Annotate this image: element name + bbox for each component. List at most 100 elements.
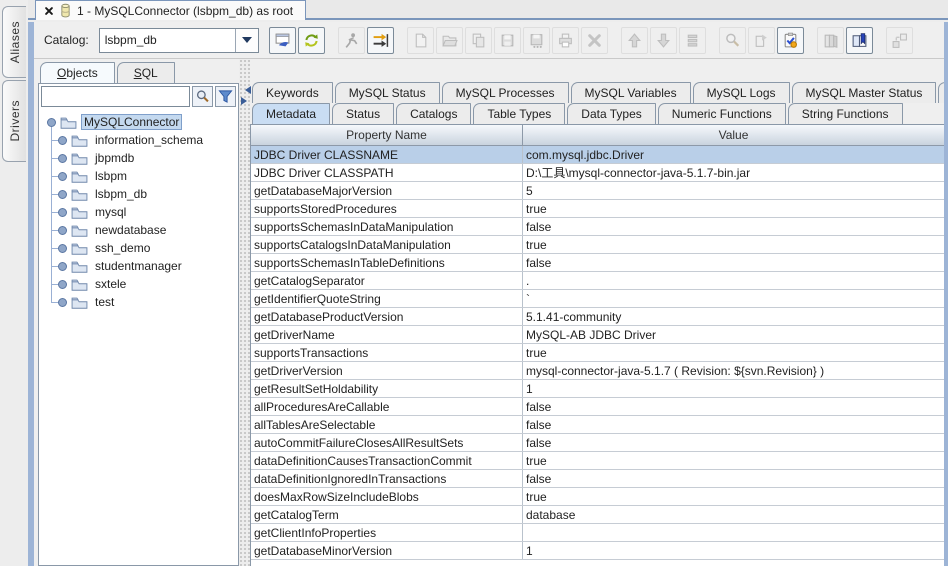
table-row[interactable]: dataDefinitionIgnoredInTransactions fals… [251, 470, 944, 488]
replace-button[interactable] [748, 27, 775, 54]
tree-expand-handle-icon[interactable] [47, 118, 56, 127]
open-button[interactable] [436, 27, 463, 54]
table-row[interactable]: supportsTransactions true [251, 344, 944, 362]
table-row[interactable]: allProceduresAreCallable false [251, 398, 944, 416]
list-button[interactable] [679, 27, 706, 54]
tree-expand-handle-icon[interactable] [58, 190, 67, 199]
detail-tab[interactable]: Table Types [473, 103, 565, 124]
table-row[interactable]: getDatabaseMinorVersion 1 [251, 542, 944, 560]
splitter-collapse-left-icon[interactable] [241, 85, 248, 94]
search-button[interactable] [192, 86, 213, 107]
table-row[interactable]: doesMaxRowSizeIncludeBlobs true [251, 488, 944, 506]
detail-tab[interactable]: Data Types [567, 103, 655, 124]
detail-tab[interactable]: Status [332, 103, 394, 124]
detail-tab[interactable]: String Functions [788, 103, 903, 124]
table-row[interactable]: dataDefinitionCausesTransactionCommit tr… [251, 452, 944, 470]
tree-node-root[interactable]: MySQLConnector [39, 113, 238, 131]
reconnect-button[interactable] [367, 27, 394, 54]
tree-expand-handle-icon[interactable] [58, 208, 67, 217]
kill-session-button[interactable] [338, 27, 365, 54]
commit-button[interactable] [269, 27, 296, 54]
table-row[interactable]: getDriverName MySQL-AB JDBC Driver [251, 326, 944, 344]
folder-icon [71, 296, 88, 309]
table-row[interactable]: getDriverVersion mysql-connector-java-5.… [251, 362, 944, 380]
catalog-combobox[interactable]: lsbpm_db [99, 28, 259, 53]
tree-node[interactable]: newdatabase [39, 221, 238, 239]
detail-tab[interactable]: MySQL Ma [938, 82, 944, 103]
books-button[interactable] [817, 27, 844, 54]
move-up-button[interactable] [621, 27, 648, 54]
detail-tab[interactable]: MySQL Processes [442, 82, 569, 103]
move-down-button[interactable] [650, 27, 677, 54]
column-header-property-name[interactable]: Property Name [251, 125, 523, 145]
column-header-value[interactable]: Value [523, 125, 944, 145]
rollback-button[interactable] [298, 27, 325, 54]
detail-tab[interactable]: MySQL Status [335, 82, 440, 103]
table-row[interactable]: supportsSchemasInDataManipulation false [251, 218, 944, 236]
table-row[interactable]: getIdentifierQuoteString ` [251, 290, 944, 308]
tree-node[interactable]: ssh_demo [39, 239, 238, 257]
tree-expand-handle-icon[interactable] [58, 172, 67, 181]
split-pane-divider[interactable] [239, 59, 250, 566]
table-row[interactable]: getResultSetHoldability 1 [251, 380, 944, 398]
detail-tab[interactable]: Catalogs [396, 103, 471, 124]
tree-node-label: mysql [92, 204, 129, 220]
tree-expand-handle-icon[interactable] [58, 298, 67, 307]
detail-tab[interactable]: Numeric Functions [658, 103, 786, 124]
save-button[interactable] [494, 27, 521, 54]
close-icon[interactable] [44, 6, 54, 16]
session-tab[interactable]: 1 - MySQLConnector (lsbpm_db) as root [35, 0, 306, 20]
book-bookmark-button[interactable] [846, 27, 873, 54]
tree-node[interactable]: jbpmdb [39, 149, 238, 167]
table-row[interactable]: getCatalogSeparator . [251, 272, 944, 290]
delete-button[interactable] [581, 27, 608, 54]
tree-search-input[interactable] [41, 86, 190, 107]
session-windows-button[interactable] [886, 27, 913, 54]
tree-expand-handle-icon[interactable] [58, 262, 67, 271]
detail-tab[interactable]: MySQL Master Status [792, 82, 937, 103]
detail-tab[interactable]: Metadata [252, 103, 330, 124]
table-row[interactable]: getCatalogTerm database [251, 506, 944, 524]
panel-tab[interactable]: SQL [117, 62, 175, 83]
table-row[interactable]: getClientInfoProperties [251, 524, 944, 542]
tree-expand-handle-icon[interactable] [58, 226, 67, 235]
tree-expand-handle-icon[interactable] [58, 280, 67, 289]
table-row[interactable]: supportsCatalogsInDataManipulation true [251, 236, 944, 254]
clipboard-check-button[interactable] [777, 27, 804, 54]
tree-expand-handle-icon[interactable] [58, 244, 67, 253]
table-row[interactable]: autoCommitFailureClosesAllResultSets fal… [251, 434, 944, 452]
combobox-arrow-icon[interactable] [235, 29, 258, 52]
save-as-button[interactable] [523, 27, 550, 54]
table-row[interactable]: JDBC Driver CLASSPATH D:\工具\mysql-connec… [251, 164, 944, 182]
tree-node[interactable]: test [39, 293, 238, 311]
detail-tab[interactable]: MySQL Logs [693, 82, 790, 103]
tree-node[interactable]: lsbpm [39, 167, 238, 185]
property-name-cell: dataDefinitionIgnoredInTransactions [251, 470, 523, 487]
table-row[interactable]: JDBC Driver CLASSNAME com.mysql.jdbc.Dri… [251, 146, 944, 164]
filter-button[interactable] [215, 86, 236, 107]
detail-tab[interactable]: Keywords [252, 82, 333, 103]
print-button[interactable] [552, 27, 579, 54]
new-object-button[interactable] [407, 27, 434, 54]
tree-node[interactable]: sxtele [39, 275, 238, 293]
sidebar-tab-aliases[interactable]: Aliases [2, 6, 26, 78]
find-button[interactable] [719, 27, 746, 54]
table-row[interactable]: supportsStoredProcedures true [251, 200, 944, 218]
table-row[interactable]: getDatabaseProductVersion 5.1.41-communi… [251, 308, 944, 326]
table-row[interactable]: getDatabaseMajorVersion 5 [251, 182, 944, 200]
splitter-collapse-right-icon[interactable] [241, 96, 248, 105]
table-row[interactable]: allTablesAreSelectable false [251, 416, 944, 434]
table-row[interactable]: supportsSchemasInTableDefinitions false [251, 254, 944, 272]
tree-node[interactable]: studentmanager [39, 257, 238, 275]
tree-expand-handle-icon[interactable] [58, 154, 67, 163]
tree-expand-handle-icon[interactable] [58, 136, 67, 145]
tree-node[interactable]: lsbpm_db [39, 185, 238, 203]
panel-tab[interactable]: Objects [40, 62, 115, 83]
tree-node[interactable]: mysql [39, 203, 238, 221]
tree-node[interactable]: information_schema [39, 131, 238, 149]
database-object-tree: MySQLConnector information_schema [39, 109, 238, 565]
sidebar-tab-drivers[interactable]: Drivers [2, 80, 26, 162]
property-value-cell: 5 [523, 182, 944, 199]
detail-tab[interactable]: MySQL Variables [571, 82, 691, 103]
copy-button[interactable] [465, 27, 492, 54]
